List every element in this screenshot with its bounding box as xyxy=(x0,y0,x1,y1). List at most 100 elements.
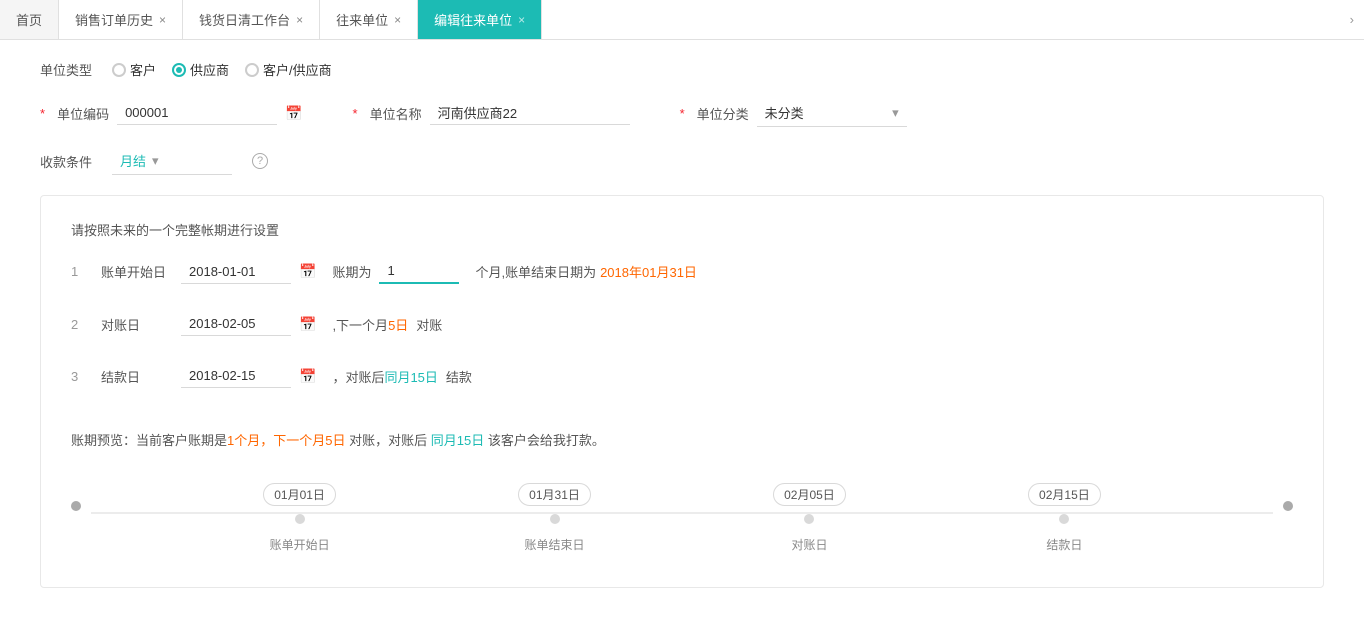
payment-suffix: 结款 xyxy=(446,367,472,386)
payment-desc-text: ，对账后 xyxy=(332,367,384,386)
unit-type-radio-group: 客户 供应商 客户/供应商 xyxy=(112,60,332,79)
payment-calendar-icon[interactable]: 📅 xyxy=(299,368,316,385)
unit-code-required: * xyxy=(40,106,45,121)
tab-sales-close[interactable]: × xyxy=(159,13,166,27)
tab-cash-goods[interactable]: 钱货日清工作台 × xyxy=(183,0,320,39)
preview-middle-text: 对账，对账后 xyxy=(349,430,427,449)
payment-chevron-icon: ▾ xyxy=(152,153,159,169)
radio-customer-supplier[interactable]: 客户/供应商 xyxy=(245,60,332,79)
row-num-2: 2 xyxy=(71,317,101,332)
unit-info-row: * 单位编码 📅 * 单位名称 * 单位分类 未分类 ▾ xyxy=(40,99,1324,127)
reconcile-date-input[interactable] xyxy=(181,312,291,336)
unit-type-row: 单位类型 客户 供应商 客户/供应商 xyxy=(40,60,1324,79)
dot-0 xyxy=(295,514,305,524)
tab-partner-label: 往来单位 xyxy=(336,10,388,29)
dot-2 xyxy=(804,514,814,524)
timeline-point-2: 02月05日 对账日 xyxy=(773,483,846,553)
radio-supplier[interactable]: 供应商 xyxy=(172,60,229,79)
timeline-label-3: 结款日 xyxy=(1046,536,1082,553)
billing-row-2: 2 对账日 📅 ,下一个月 5日 对账 xyxy=(71,312,1293,336)
account-preview: 账期预览：当前客户账期是 1个月， 下一个月5日 对账，对账后 同月15日 该客… xyxy=(71,416,1293,463)
tab-sales-order-history[interactable]: 销售订单历史 × xyxy=(59,0,183,39)
preview-prefix: 账期预览：当前客户账期是 xyxy=(71,430,227,449)
row-label-2: 对账日 xyxy=(101,315,181,334)
timeline-points: 01月01日 账单开始日 01月31日 账单结束日 02月05日 对账日 02月… xyxy=(71,483,1293,553)
unit-cat-select[interactable]: 未分类 ▾ xyxy=(757,99,907,127)
radio-customer-label: 客户 xyxy=(130,60,156,79)
help-icon[interactable]: ? xyxy=(252,153,268,169)
tab-edit-partner[interactable]: 编辑往来单位 × xyxy=(418,0,542,39)
dot-start xyxy=(71,501,81,511)
timeline-label-1: 账单结束日 xyxy=(525,536,585,553)
start-date-calendar-icon[interactable]: 📅 xyxy=(299,263,316,280)
tab-home-label: 首页 xyxy=(16,10,42,29)
radio-supplier-circle xyxy=(172,63,186,77)
billing-card: 请按照未来的一个完整帐期进行设置 1 账单开始日 📅 账期为 个月,账单结束日期… xyxy=(40,195,1324,588)
tab-edit-close[interactable]: × xyxy=(518,13,525,27)
reconcile-suffix: 对账 xyxy=(416,315,442,334)
radio-cs-label: 客户/供应商 xyxy=(263,60,332,79)
unit-cat-required: * xyxy=(680,106,685,121)
unit-cat-value: 未分类 xyxy=(765,103,804,122)
row-label-3: 结款日 xyxy=(101,367,181,386)
reconcile-calendar-icon[interactable]: 📅 xyxy=(299,316,316,333)
unit-code-group: * 单位编码 📅 xyxy=(40,101,303,125)
preview-part1: 1个月， xyxy=(227,430,273,449)
payment-date-input[interactable] xyxy=(181,364,291,388)
timeline-date-3: 02月15日 xyxy=(1028,483,1101,506)
dot-1 xyxy=(550,514,560,524)
payment-terms-label: 收款条件 xyxy=(40,152,92,171)
unit-name-input[interactable] xyxy=(430,101,630,125)
tab-partner[interactable]: 往来单位 × xyxy=(320,0,418,39)
payment-highlight: 同月15日 xyxy=(384,367,437,386)
period-input[interactable] xyxy=(379,259,459,284)
tab-edit-label: 编辑往来单位 xyxy=(434,10,512,29)
unit-category-group: * 单位分类 未分类 ▾ xyxy=(680,99,907,127)
unit-name-required: * xyxy=(353,106,358,121)
radio-cs-circle xyxy=(245,63,259,77)
preview-part3-val: 同月15日 xyxy=(431,430,484,449)
tab-cash-label: 钱货日清工作台 xyxy=(199,10,290,29)
radio-customer-circle xyxy=(112,63,126,77)
tab-arrow-icon: › xyxy=(1350,12,1354,27)
tab-bar: 首页 销售订单历史 × 钱货日清工作台 × 往来单位 × 编辑往来单位 × › xyxy=(0,0,1364,40)
timeline: 01月01日 账单开始日 01月31日 账单结束日 02月05日 对账日 02月… xyxy=(71,463,1293,563)
preview-end-text: 该客户会给我打款。 xyxy=(488,430,605,449)
timeline-start-dot xyxy=(71,483,81,553)
payment-terms-value: 月结 xyxy=(120,151,146,170)
timeline-date-2: 02月05日 xyxy=(773,483,846,506)
preview-part2: 下一个月5日 xyxy=(273,430,345,449)
start-date-input[interactable] xyxy=(181,260,291,284)
billing-row-3: 3 结款日 📅 ，对账后 同月15日 结款 xyxy=(71,364,1293,388)
payment-terms-row: 收款条件 月结 ▾ ? xyxy=(40,147,1324,175)
tab-sales-label: 销售订单历史 xyxy=(75,10,153,29)
main-content: 单位类型 客户 供应商 客户/供应商 * 单位编码 📅 * 单位名称 xyxy=(0,40,1364,628)
unit-name-label: 单位名称 xyxy=(370,104,422,123)
timeline-date-0: 01月01日 xyxy=(263,483,336,506)
timeline-point-3: 02月15日 结款日 xyxy=(1028,483,1101,553)
timeline-end-dot xyxy=(1283,483,1293,553)
row-num-3: 3 xyxy=(71,369,101,384)
radio-customer[interactable]: 客户 xyxy=(112,60,156,79)
payment-terms-select[interactable]: 月结 ▾ xyxy=(112,147,232,175)
tab-arrow[interactable]: › xyxy=(1340,0,1364,39)
unit-name-group: * 单位名称 xyxy=(353,101,630,125)
dot-3 xyxy=(1059,514,1069,524)
reconcile-highlight: 5日 xyxy=(388,315,408,334)
card-instruction: 请按照未来的一个完整帐期进行设置 xyxy=(71,220,1293,239)
unit-code-icon[interactable]: 📅 xyxy=(285,105,302,122)
radio-supplier-label: 供应商 xyxy=(190,60,229,79)
reconcile-desc-text: ,下一个月 xyxy=(332,315,388,334)
dot-end xyxy=(1283,501,1293,511)
billing-row-1: 1 账单开始日 📅 账期为 个月,账单结束日期为 2018年01月31日 xyxy=(71,259,1293,284)
period-unit-text: 个月,账单结束日期为 xyxy=(475,262,596,281)
timeline-label-0: 账单开始日 xyxy=(270,536,330,553)
tab-partner-close[interactable]: × xyxy=(394,13,401,27)
unit-code-input[interactable] xyxy=(117,101,277,125)
timeline-label-2: 对账日 xyxy=(791,536,827,553)
timeline-point-0: 01月01日 账单开始日 xyxy=(263,483,336,553)
row-label-1: 账单开始日 xyxy=(101,262,181,281)
timeline-point-1: 01月31日 账单结束日 xyxy=(518,483,591,553)
tab-cash-close[interactable]: × xyxy=(296,13,303,27)
tab-home[interactable]: 首页 xyxy=(0,0,59,39)
